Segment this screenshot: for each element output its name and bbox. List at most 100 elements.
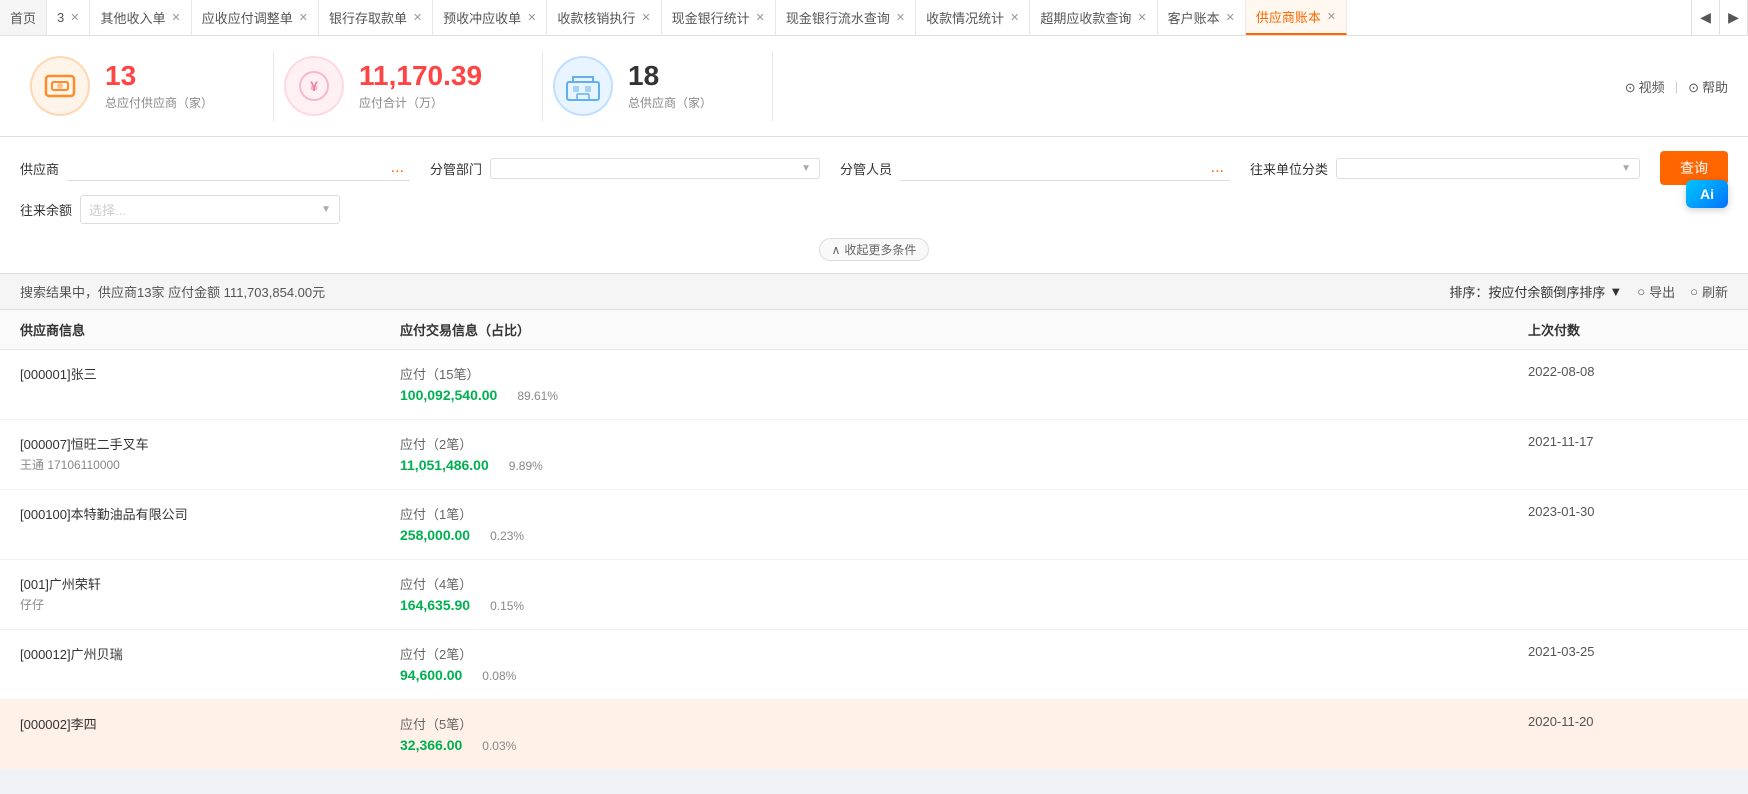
col-header-supplier-info: 供应商信息: [20, 320, 400, 339]
supplier-name-link-2[interactable]: [000007]恒旺二手叉车: [20, 434, 400, 453]
supplier-name-link-3[interactable]: [000100]本特勤油品有限公司: [20, 504, 400, 523]
main-table: 供应商信息 应付交易信息（占比） 上次付数 [000001]张三 应付（15笔）…: [0, 310, 1748, 769]
sort-select[interactable]: 排序：按应付余额倒序排序 ▼: [1449, 282, 1622, 301]
transaction-percent-5: 0.08%: [482, 669, 516, 683]
transaction-percent-1: 89.61%: [517, 389, 558, 403]
nav-item-tab3[interactable]: 3 ✕: [47, 0, 90, 35]
search-panel: 供应商 ... 分管部门 ▼ 分管人员 ... 往来单位分类: [0, 137, 1748, 274]
nav-item-home[interactable]: 首页: [0, 0, 47, 35]
transaction-row-3: 258,000.00 0.23%: [400, 527, 1528, 545]
export-button[interactable]: ○ 导出: [1637, 282, 1675, 301]
search-field-department: 分管部门 ▼: [430, 158, 820, 179]
refresh-icon: ○: [1690, 284, 1698, 299]
person-input[interactable]: ...: [900, 156, 1230, 181]
nav-label-other-income: 其他收入单: [100, 8, 165, 27]
transaction-amount-6[interactable]: 32,366.00: [400, 737, 462, 753]
payable-total-icon: ¥: [284, 56, 344, 116]
video-link[interactable]: ⊙视频: [1625, 77, 1665, 96]
supplier-name-link-6[interactable]: [000002]李四: [20, 714, 400, 733]
collapse-button[interactable]: ∧ 收起更多条件: [819, 238, 930, 261]
stat-text-supplier-payable: 13 总应付供应商（家）: [105, 62, 213, 111]
last-payment-6: 2020-11-20: [1528, 714, 1728, 729]
nav-close-receipt-verify[interactable]: ✕: [641, 11, 650, 24]
nav-close-cash-bank-stat[interactable]: ✕: [756, 11, 765, 24]
nav-item-receipt-verify[interactable]: 收款核销执行 ✕: [547, 0, 661, 35]
nav-next-button[interactable]: ▶: [1720, 0, 1748, 36]
department-select[interactable]: ▼: [490, 158, 820, 179]
supplier-info-3: [000100]本特勤油品有限公司: [20, 504, 400, 526]
balance-select[interactable]: 选择... ▼: [80, 195, 340, 224]
stat-label-payable-total: 应付合计（万）: [359, 94, 482, 111]
stat-label-supplier-payable: 总应付供应商（家）: [105, 94, 213, 111]
nav-label-cash-flow-query: 现金银行流水查询: [786, 8, 890, 27]
transaction-amount-4[interactable]: 164,635.90: [400, 597, 470, 613]
supplier-input[interactable]: ...: [67, 156, 410, 181]
search-field-supplier: 供应商 ...: [20, 156, 410, 181]
transaction-label-3: 应付（1笔）: [400, 504, 1528, 523]
nav-item-overdue-query[interactable]: 超期应收款查询 ✕: [1030, 0, 1157, 35]
supplier-name-link-1[interactable]: [000001]张三: [20, 364, 400, 383]
last-payment-2: 2021-11-17: [1528, 434, 1728, 449]
collapse-label: 收起更多条件: [844, 241, 916, 258]
supplier-dots-icon[interactable]: ...: [391, 159, 404, 177]
nav-close-other-income[interactable]: ✕: [171, 11, 180, 24]
nav-close-bank-deposit[interactable]: ✕: [413, 11, 422, 24]
nav-close-supplier-ledger[interactable]: ✕: [1327, 10, 1336, 23]
transaction-info-1: 应付（15笔） 100,092,540.00 89.61%: [400, 364, 1528, 405]
stat-number-total-supplier: 18: [628, 62, 712, 90]
nav-close-cash-flow-query[interactable]: ✕: [896, 11, 905, 24]
export-icon: ○: [1637, 284, 1645, 299]
transaction-info-4: 应付（4笔） 164,635.90 0.15%: [400, 574, 1528, 615]
transaction-amount-2[interactable]: 11,051,486.00: [400, 457, 489, 473]
supplier-info-6: [000002]李四: [20, 714, 400, 736]
nav-item-cash-flow-query[interactable]: 现金银行流水查询 ✕: [776, 0, 916, 35]
unit-category-select[interactable]: ▼: [1336, 158, 1640, 179]
nav-item-receipt-stat[interactable]: 收款情况统计 ✕: [916, 0, 1030, 35]
stats-header: 13 总应付供应商（家） ¥ 11,170.39 应付合计（万）: [0, 36, 1748, 137]
department-label: 分管部门: [430, 159, 482, 178]
transaction-amount-1[interactable]: 100,092,540.00: [400, 387, 497, 403]
nav-label-ar-ap-adjust: 应收应付调整单: [202, 8, 293, 27]
transaction-percent-2: 9.89%: [509, 459, 543, 473]
nav-label-supplier-ledger: 供应商账本: [1256, 7, 1321, 26]
nav-close-overdue-query[interactable]: ✕: [1137, 11, 1146, 24]
supplier-name-link-4[interactable]: [001]广州荣轩: [20, 574, 400, 593]
nav-close-tab3[interactable]: ✕: [70, 11, 79, 24]
transaction-label-2: 应付（2笔）: [400, 434, 1528, 453]
nav-item-other-income[interactable]: 其他收入单 ✕: [90, 0, 191, 35]
nav-item-bank-deposit[interactable]: 银行存取款单 ✕: [319, 0, 433, 35]
supplier-name-link-5[interactable]: [000012]广州贝瑞: [20, 644, 400, 663]
nav-close-customer-ledger[interactable]: ✕: [1226, 11, 1235, 24]
nav-label-bank-deposit: 银行存取款单: [329, 8, 407, 27]
nav-item-cash-bank-stat[interactable]: 现金银行统计 ✕: [662, 0, 776, 35]
collapse-up-icon: ∧: [832, 243, 841, 257]
nav-close-prepaid-ar[interactable]: ✕: [527, 11, 536, 24]
nav-item-ar-ap-adjust[interactable]: 应收应付调整单 ✕: [192, 0, 319, 35]
transaction-label-5: 应付（2笔）: [400, 644, 1528, 663]
nav-label-tab3: 3: [57, 10, 64, 25]
table-header: 供应商信息 应付交易信息（占比） 上次付数: [0, 310, 1748, 350]
transaction-amount-3[interactable]: 258,000.00: [400, 527, 470, 543]
help-link[interactable]: ⊙帮助: [1688, 77, 1728, 96]
ai-badge[interactable]: Ai: [1686, 180, 1728, 208]
stat-number-payable-total: 11,170.39: [359, 62, 482, 90]
stat-block-supplier-payable: 13 总应付供应商（家）: [20, 51, 274, 121]
header-divider: |: [1675, 79, 1678, 94]
result-bar-right: 排序：按应付余额倒序排序 ▼ ○ 导出 ○ 刷新: [1449, 282, 1728, 301]
transaction-amount-5[interactable]: 94,600.00: [400, 667, 462, 683]
refresh-button[interactable]: ○ 刷新: [1690, 282, 1728, 301]
search-field-balance: 往来余额 选择... ▼: [20, 195, 340, 224]
nav-close-ar-ap-adjust[interactable]: ✕: [299, 11, 308, 24]
payable-supplier-icon: [30, 56, 90, 116]
last-payment-5: 2021-03-25: [1528, 644, 1728, 659]
nav-item-prepaid-ar[interactable]: 预收冲应收单 ✕: [433, 0, 547, 35]
person-dots-icon[interactable]: ...: [1211, 159, 1224, 177]
transaction-row-5: 94,600.00 0.08%: [400, 667, 1528, 685]
balance-value: 选择...: [89, 200, 126, 219]
supplier-info-4: [001]广州荣轩 仔仔: [20, 574, 400, 613]
nav-item-supplier-ledger[interactable]: 供应商账本 ✕: [1246, 0, 1347, 35]
nav-item-customer-ledger[interactable]: 客户账本 ✕: [1158, 0, 1246, 35]
collapse-bar: ∧ 收起更多条件: [20, 234, 1728, 263]
nav-prev-button[interactable]: ◀: [1692, 0, 1720, 36]
nav-close-receipt-stat[interactable]: ✕: [1010, 11, 1019, 24]
